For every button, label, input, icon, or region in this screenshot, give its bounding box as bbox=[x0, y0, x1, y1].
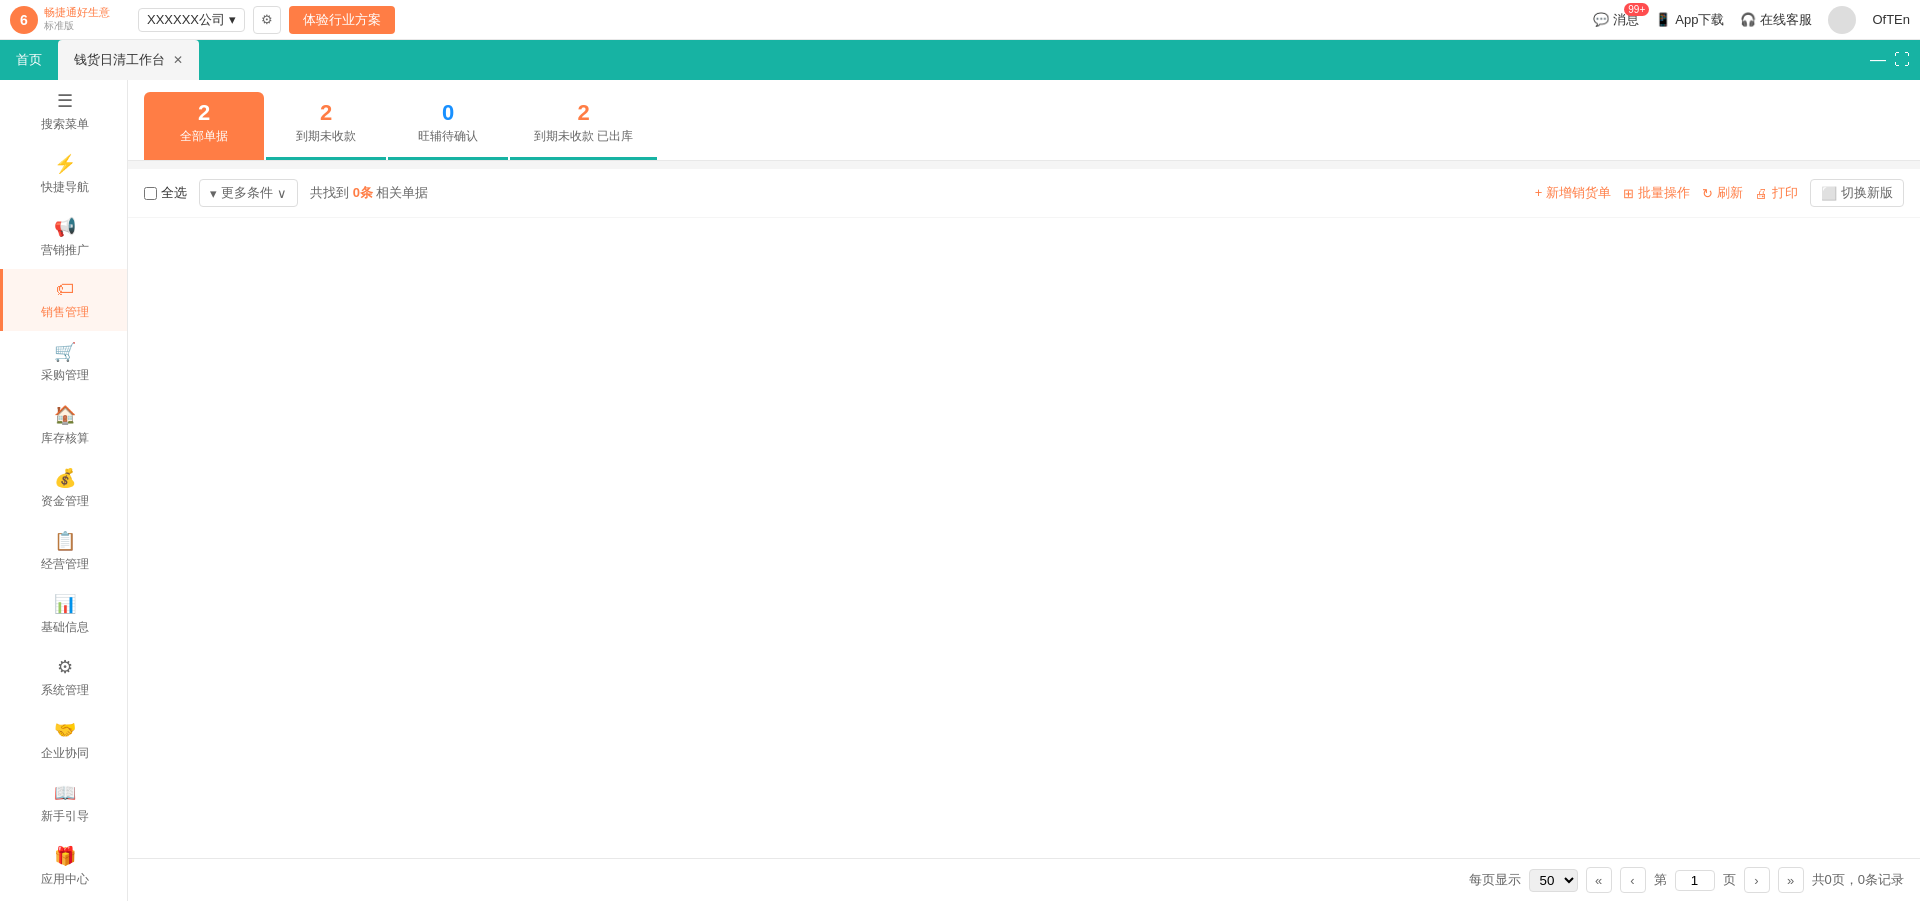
print-button[interactable]: 🖨 打印 bbox=[1755, 184, 1798, 202]
sidebar-item-marketing[interactable]: 📢 营销推广 bbox=[0, 206, 127, 269]
purchase-icon: 🛒 bbox=[54, 341, 76, 363]
headset-icon: 🎧 bbox=[1740, 12, 1756, 27]
app-download-button[interactable]: 📱 App下载 bbox=[1655, 11, 1724, 29]
next-page-button[interactable]: › bbox=[1744, 867, 1770, 893]
stats-tabs: 2 全部单据 2 到期未收款 0 旺辅待确认 2 到期未收款 已出库 bbox=[128, 80, 1920, 161]
stat-tab-overdue[interactable]: 2 到期未收款 bbox=[266, 92, 386, 160]
select-all-checkbox[interactable] bbox=[144, 187, 157, 200]
basic-info-icon: 📊 bbox=[54, 593, 76, 615]
page-number-input[interactable] bbox=[1675, 870, 1715, 891]
avatar[interactable] bbox=[1828, 6, 1856, 34]
pagination: 每页显示 50 « ‹ 第 页 › » 共0页，0条记录 bbox=[128, 858, 1920, 901]
username[interactable]: OfTEn bbox=[1872, 12, 1910, 27]
dropdown-icon: ▾ bbox=[229, 12, 236, 27]
header-left: 6 畅捷通好生意 标准版 XXXXXX公司 ▾ ⚙ 体验行业方案 bbox=[10, 6, 395, 34]
company-selector[interactable]: XXXXXX公司 ▾ bbox=[138, 8, 245, 32]
select-all-label[interactable]: 全选 bbox=[144, 184, 187, 202]
found-count: 0条 bbox=[353, 185, 373, 200]
phone-icon: 📱 bbox=[1655, 12, 1671, 27]
settings-button[interactable]: ⚙ bbox=[253, 6, 281, 34]
gear-icon: ⚙ bbox=[261, 12, 273, 27]
minimize-icon[interactable]: — bbox=[1870, 51, 1886, 69]
next-page-icon: › bbox=[1754, 873, 1758, 888]
system-icon: ⚙ bbox=[57, 656, 73, 678]
message-button[interactable]: 💬 消息 99+ bbox=[1593, 11, 1639, 29]
total-count: 共0页，0条记录 bbox=[1812, 871, 1904, 889]
refresh-button[interactable]: ↻ 刷新 bbox=[1702, 184, 1743, 202]
company-name: XXXXXX公司 bbox=[147, 11, 225, 29]
batch-icon: ⊞ bbox=[1623, 186, 1634, 201]
sidebar-item-finance[interactable]: 💰 资金管理 bbox=[0, 457, 127, 520]
shortcut-icon: ⚡ bbox=[54, 153, 76, 175]
add-sales-order-button[interactable]: + 新增销货单 bbox=[1535, 184, 1611, 202]
finance-icon: 💰 bbox=[54, 467, 76, 489]
search-menu-icon: ☰ bbox=[57, 90, 73, 112]
message-icon: 💬 bbox=[1593, 12, 1609, 27]
switch-version-button[interactable]: ⬜ 切换新版 bbox=[1810, 179, 1904, 207]
experience-button[interactable]: 体验行业方案 bbox=[289, 6, 395, 34]
first-page-icon: « bbox=[1595, 873, 1602, 888]
sidebar-item-search[interactable]: ☰ 搜索菜单 bbox=[0, 80, 127, 143]
stat-tab-wangfu[interactable]: 0 旺辅待确认 bbox=[388, 92, 508, 160]
sidebar-item-app-center[interactable]: 🎁 应用中心 bbox=[0, 835, 127, 898]
switch-icon: ⬜ bbox=[1821, 186, 1837, 201]
found-text: 共找到 0条 相关单据 bbox=[310, 184, 428, 202]
sidebar-item-enterprise[interactable]: 🤝 企业协同 bbox=[0, 709, 127, 772]
sidebar-item-sales[interactable]: 🏷 销售管理 bbox=[0, 269, 127, 331]
maximize-icon[interactable]: ⛶ bbox=[1894, 51, 1910, 69]
last-page-button[interactable]: » bbox=[1778, 867, 1804, 893]
tab-home[interactable]: 首页 bbox=[0, 40, 58, 80]
toolbar: 全选 ▾ 更多条件 ∨ 共找到 0条 相关单据 + 新增销货单 ⊞ 批量操作 ↻ bbox=[128, 169, 1920, 217]
operations-icon: 📋 bbox=[54, 530, 76, 552]
inventory-icon: 🏠 bbox=[54, 404, 76, 426]
first-page-button[interactable]: « bbox=[1586, 867, 1612, 893]
refresh-icon: ↻ bbox=[1702, 186, 1713, 201]
stat-tab-shipped[interactable]: 2 到期未收款 已出库 bbox=[510, 92, 657, 160]
header-right: 💬 消息 99+ 📱 App下载 🎧 在线客服 OfTEn bbox=[1593, 6, 1910, 34]
content-area: 2 全部单据 2 到期未收款 0 旺辅待确认 2 到期未收款 已出库 全选 bbox=[128, 80, 1920, 901]
main-layout: ☰ 搜索菜单 ⚡ 快捷导航 📢 营销推广 🏷 销售管理 🛒 采购管理 🏠 库存核… bbox=[0, 80, 1920, 901]
sidebar-item-system[interactable]: ⚙ 系统管理 bbox=[0, 646, 127, 709]
prev-page-button[interactable]: ‹ bbox=[1620, 867, 1646, 893]
sidebar-item-guide[interactable]: 📖 新手引导 bbox=[0, 772, 127, 835]
sidebar-item-operations[interactable]: 📋 经营管理 bbox=[0, 520, 127, 583]
sidebar-item-purchase[interactable]: 🛒 采购管理 bbox=[0, 331, 127, 394]
logo-icon: 6 bbox=[10, 6, 38, 34]
logo-text: 畅捷通好生意 bbox=[44, 6, 110, 19]
toolbar-right: + 新增销货单 ⊞ 批量操作 ↻ 刷新 🖨 打印 ⬜ 切换新版 bbox=[1535, 179, 1904, 207]
print-icon: 🖨 bbox=[1755, 186, 1768, 201]
sales-icon: 🏷 bbox=[56, 279, 74, 300]
chevron-down-icon: ∨ bbox=[277, 186, 287, 201]
sidebar: ☰ 搜索菜单 ⚡ 快捷导航 📢 营销推广 🏷 销售管理 🛒 采购管理 🏠 库存核… bbox=[0, 80, 128, 901]
sidebar-item-basic-info[interactable]: 📊 基础信息 bbox=[0, 583, 127, 646]
enterprise-icon: 🤝 bbox=[54, 719, 76, 741]
sidebar-item-shortcut[interactable]: ⚡ 快捷导航 bbox=[0, 143, 127, 206]
guide-icon: 📖 bbox=[54, 782, 76, 804]
stat-tab-all[interactable]: 2 全部单据 bbox=[144, 92, 264, 160]
filter-button[interactable]: ▾ 更多条件 ∨ bbox=[199, 179, 298, 207]
online-service-button[interactable]: 🎧 在线客服 bbox=[1740, 11, 1812, 29]
tab-close-icon[interactable]: ✕ bbox=[173, 53, 183, 67]
page-size-select[interactable]: 50 bbox=[1529, 869, 1578, 892]
batch-operation-button[interactable]: ⊞ 批量操作 bbox=[1623, 184, 1690, 202]
last-page-icon: » bbox=[1787, 873, 1794, 888]
tab-bar-actions: — ⛶ bbox=[1870, 51, 1920, 69]
logo-tag: 标准版 bbox=[44, 19, 110, 33]
logo-area: 6 畅捷通好生意 标准版 bbox=[10, 6, 130, 34]
tab-bar: 首页 钱货日清工作台 ✕ — ⛶ bbox=[0, 40, 1920, 80]
table-area bbox=[128, 218, 1920, 858]
filter-icon: ▾ bbox=[210, 186, 217, 201]
message-badge: 99+ bbox=[1624, 3, 1649, 16]
sidebar-item-inventory[interactable]: 🏠 库存核算 bbox=[0, 394, 127, 457]
app-center-icon: 🎁 bbox=[54, 845, 76, 867]
prev-page-icon: ‹ bbox=[1630, 873, 1634, 888]
marketing-icon: 📢 bbox=[54, 216, 76, 238]
tab-workbench[interactable]: 钱货日清工作台 ✕ bbox=[58, 40, 199, 80]
top-header: 6 畅捷通好生意 标准版 XXXXXX公司 ▾ ⚙ 体验行业方案 💬 消息 99… bbox=[0, 0, 1920, 40]
